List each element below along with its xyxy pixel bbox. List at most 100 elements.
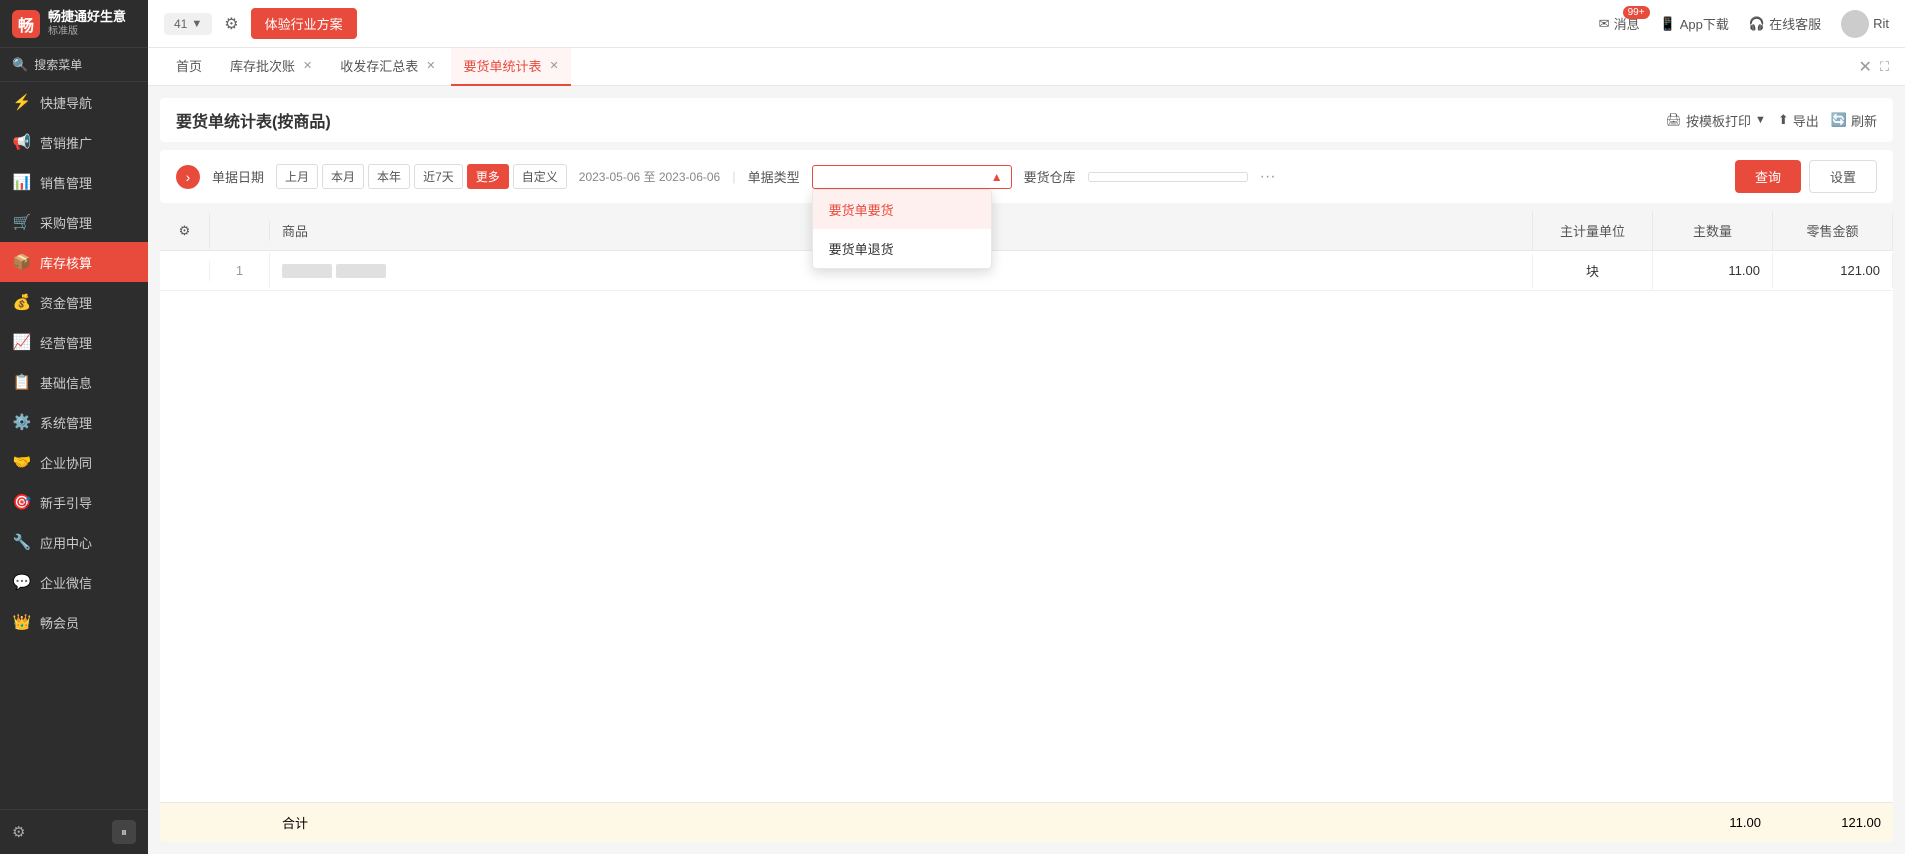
warehouse-more-icon[interactable]: ··· (1260, 168, 1276, 186)
sidebar-item-sales[interactable]: 📊 销售管理 (0, 162, 148, 202)
export-icon: ⬆ (1778, 112, 1789, 128)
sidebar-item-marketing[interactable]: 📢 营销推广 (0, 122, 148, 162)
sidebar-item-finance[interactable]: 💰 资金管理 (0, 282, 148, 322)
dropdown-option-order-goods[interactable]: 要货单要货 (813, 190, 991, 229)
warehouse-filter-label: 要货仓库 (1024, 167, 1076, 186)
sidebar-item-wechat[interactable]: 💬 企业微信 (0, 562, 148, 602)
sidebar-item-operations[interactable]: 📈 经营管理 (0, 322, 148, 362)
expand-window-icon[interactable]: ⛶ (1880, 59, 1889, 75)
th-quantity: 主数量 (1653, 211, 1773, 250)
logo-title: 畅捷通好生意 (48, 9, 126, 26)
btn-custom[interactable]: 自定义 (513, 164, 567, 189)
type-select-wrapper: ▲ 要货单要货 要货单退货 (812, 165, 1012, 189)
btn-this-year[interactable]: 本年 (368, 164, 410, 189)
dropdown-option-return-goods[interactable]: 要货单退货 (813, 229, 991, 268)
btn-last-month[interactable]: 上月 (276, 164, 318, 189)
sidebar-item-label: 快捷导航 (40, 93, 92, 112)
btn-more[interactable]: 更多 (467, 164, 509, 189)
settings-btn[interactable]: 设置 (1809, 160, 1877, 193)
settings-footer-icon[interactable]: ⚙ (12, 823, 25, 841)
enterprise-icon: 🤝 (12, 452, 32, 472)
th-gear[interactable]: ⚙ (160, 213, 210, 249)
sidebar-item-label: 销售管理 (40, 173, 92, 192)
row-gear (160, 261, 210, 281)
table-header: ⚙ 商品 主计量单位 主数量 零售金额 (160, 211, 1893, 251)
logo-text: 畅捷通好生意 标准版 (48, 9, 126, 39)
sidebar-item-newbie[interactable]: 🎯 新手引导 (0, 482, 148, 522)
user-avatar (1841, 10, 1869, 38)
sidebar-footer: ⚙ ⏸ (0, 809, 148, 854)
tab-order-summary[interactable]: 要货单统计表 ✕ (451, 48, 570, 86)
main-area: 41 ▼ ⚙ 体验行业方案 ✉ 消息 99+ 📱 App下载 🎧 在线客服 Ri… (148, 0, 1905, 854)
sidebar-item-label: 基础信息 (40, 373, 92, 392)
query-btn[interactable]: 查询 (1735, 160, 1801, 193)
tab-payment-summary-label: 收发存汇总表 (340, 56, 418, 75)
tab-batch-account-close[interactable]: ✕ (303, 59, 312, 72)
table-footer: 合计 11.00 121.00 (160, 802, 1893, 842)
sidebar-item-inventory[interactable]: 📦 库存核算 (0, 242, 148, 282)
message-icon: ✉ (1599, 16, 1610, 32)
export-action[interactable]: ⬆ 导出 (1778, 111, 1819, 130)
footer-label-cell: 合计 (282, 813, 1521, 832)
type-select[interactable]: ▲ (812, 165, 1012, 189)
warehouse-select[interactable] (1088, 172, 1248, 182)
wechat-icon: 💬 (12, 572, 32, 592)
tab-payment-summary[interactable]: 收发存汇总表 ✕ (328, 48, 447, 86)
topbar-gear-icon[interactable]: ⚙ (224, 14, 238, 34)
tabs-count-chevron: ▼ (191, 18, 202, 30)
topbar: 41 ▼ ⚙ 体验行业方案 ✉ 消息 99+ 📱 App下载 🎧 在线客服 Ri… (148, 0, 1905, 48)
tab-order-summary-label: 要货单统计表 (463, 56, 541, 75)
sidebar-search-label: 搜索菜单 (34, 56, 82, 73)
tab-payment-summary-close[interactable]: ✕ (426, 59, 435, 72)
sidebar-item-system[interactable]: ⚙️ 系统管理 (0, 402, 148, 442)
type-dropdown: 要货单要货 要货单退货 (812, 189, 992, 269)
sidebar-item-purchase[interactable]: 🛒 采购管理 (0, 202, 148, 242)
footer-quantity: 11.00 (1641, 815, 1761, 830)
topbar-right: ✉ 消息 99+ 📱 App下载 🎧 在线客服 Rit (1599, 10, 1889, 38)
tab-batch-account[interactable]: 库存批次账 ✕ (218, 48, 324, 86)
message-badge: 99+ (1623, 6, 1650, 19)
btn-last-7days[interactable]: 近7天 (414, 164, 463, 189)
headset-icon: 🎧 (1749, 16, 1765, 32)
sidebar-toggle[interactable]: ⏸ (112, 820, 136, 844)
purchase-icon: 🛒 (12, 212, 32, 232)
page-title: 要货单统计表(按商品) (176, 108, 331, 132)
btn-this-month[interactable]: 本月 (322, 164, 364, 189)
filter-date-buttons: 上月 本月 本年 近7天 更多 自定义 (276, 164, 567, 189)
user-avatar-item[interactable]: Rit (1841, 10, 1889, 38)
tab-home-label: 首页 (176, 56, 202, 75)
logo-icon: 畅 (12, 10, 40, 38)
page-header: 要货单统计表(按商品) 🖨 按模板打印 ▼ ⬆ 导出 🔄 刷新 (160, 98, 1893, 142)
online-service-item[interactable]: 🎧 在线客服 (1749, 14, 1821, 33)
app-download-label: App下载 (1680, 14, 1729, 33)
message-item[interactable]: ✉ 消息 99+ (1599, 14, 1640, 33)
sidebar-item-basic-info[interactable]: 📋 基础信息 (0, 362, 148, 402)
app-download-icon: 📱 (1660, 16, 1676, 32)
tab-order-summary-close[interactable]: ✕ (550, 59, 559, 72)
row-index: 1 (210, 253, 270, 288)
tabs-count-indicator[interactable]: 41 ▼ (164, 13, 212, 35)
filter-divider: | (732, 169, 735, 184)
sidebar-item-app-center[interactable]: 🔧 应用中心 (0, 522, 148, 562)
sidebar-search[interactable]: 🔍 搜索菜单 (0, 48, 148, 82)
sidebar-item-label: 企业微信 (40, 573, 92, 592)
print-action[interactable]: 🖨 按模板打印 ▼ (1665, 111, 1765, 130)
tab-home[interactable]: 首页 (164, 48, 214, 86)
close-window-icon[interactable]: ✕ (1858, 57, 1871, 77)
trial-btn[interactable]: 体验行业方案 (251, 8, 357, 39)
refresh-label: 刷新 (1851, 111, 1877, 130)
sidebar-item-enterprise[interactable]: 🤝 企业协同 (0, 442, 148, 482)
sidebar-item-label: 系统管理 (40, 413, 92, 432)
footer-amount: 121.00 (1761, 815, 1881, 830)
sidebar-item-quick-nav[interactable]: ⚡ 快捷导航 (0, 82, 148, 122)
refresh-icon: 🔄 (1831, 112, 1847, 128)
export-label: 导出 (1793, 111, 1819, 130)
sidebar-item-member[interactable]: 👑 畅会员 (0, 602, 148, 642)
row-unit: 块 (1533, 251, 1653, 290)
system-icon: ⚙️ (12, 412, 32, 432)
filter-expand-btn[interactable]: › (176, 165, 200, 189)
refresh-action[interactable]: 🔄 刷新 (1831, 111, 1877, 130)
sidebar-item-label: 经营管理 (40, 333, 92, 352)
table-body: 1 块 11.00 121.00 (160, 251, 1893, 802)
app-download-item[interactable]: 📱 App下载 (1660, 14, 1729, 33)
